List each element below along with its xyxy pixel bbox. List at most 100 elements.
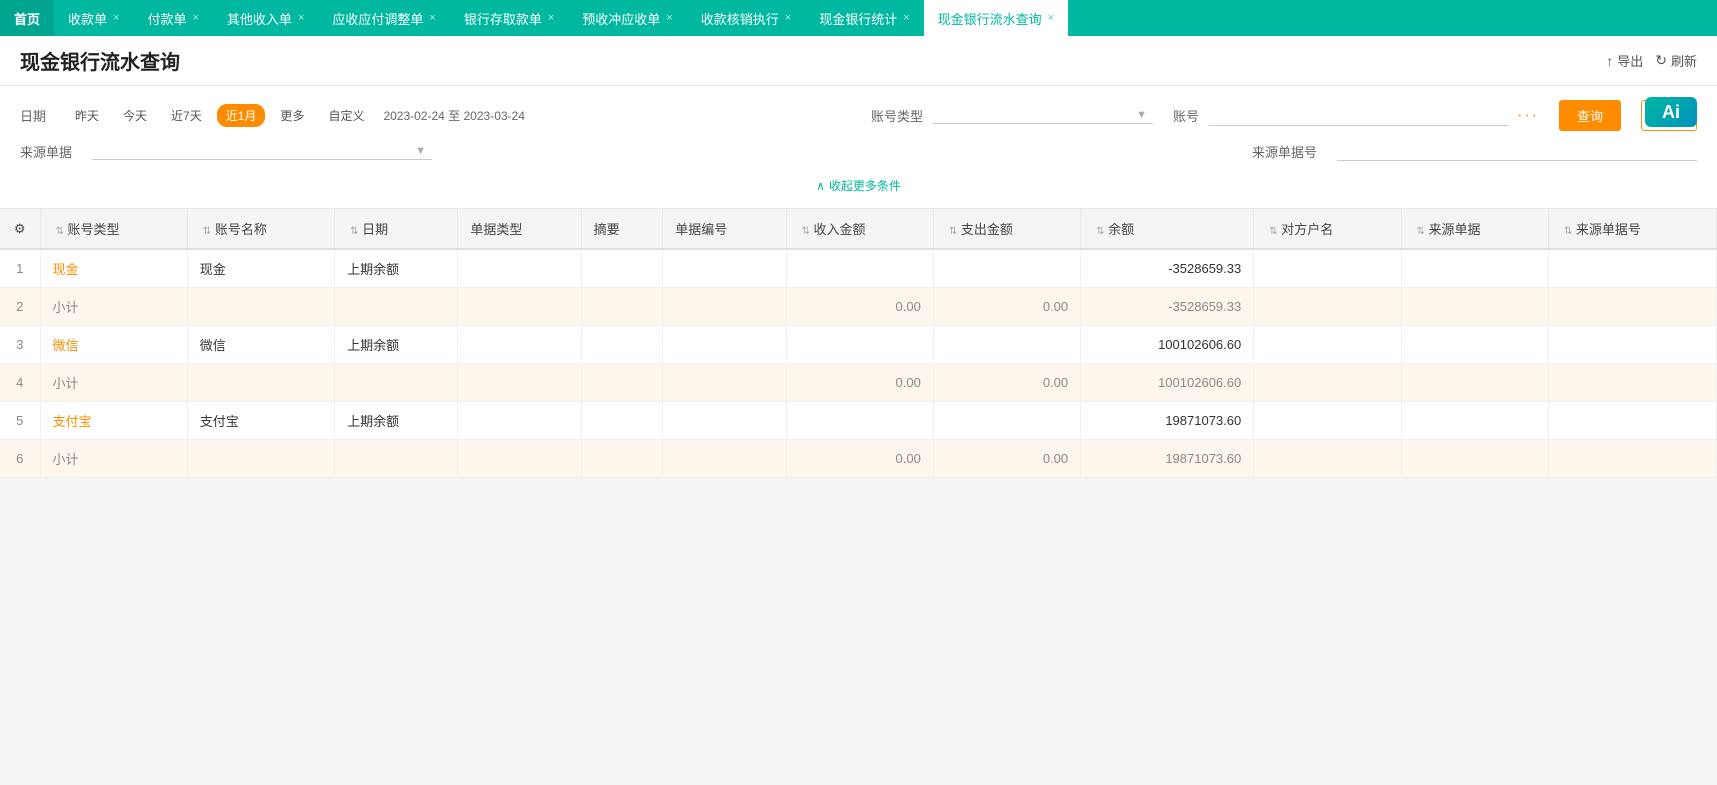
cell-source-doc-no xyxy=(1548,402,1716,440)
last7days-btn[interactable]: 近7天 xyxy=(162,104,211,127)
th-source-doc[interactable]: ⇅ 来源单据 xyxy=(1401,209,1548,249)
close-icon[interactable]: × xyxy=(192,12,198,24)
cell-balance: -3528659.33 xyxy=(1081,249,1254,288)
sort-icon: ⇅ xyxy=(802,226,810,237)
cell-doc-type xyxy=(458,288,581,326)
th-doc-no: 单据编号 xyxy=(663,209,786,249)
source-doc-no-input[interactable] xyxy=(1337,141,1697,161)
th-doc-type: 单据类型 xyxy=(458,209,581,249)
th-gear[interactable]: ⚙ xyxy=(0,209,40,249)
close-icon[interactable]: × xyxy=(548,12,554,24)
cell-account-type: 支付宝 xyxy=(40,402,187,440)
ai-badge[interactable]: Ai xyxy=(1645,97,1697,127)
th-income[interactable]: ⇅ 收入金额 xyxy=(786,209,933,249)
account-type-label: 账号类型 xyxy=(871,106,923,125)
collapse-bar[interactable]: ∧ 收起更多条件 xyxy=(20,171,1697,198)
source-doc-no-label: 来源单据号 xyxy=(1252,142,1317,161)
table-container: ⚙ ⇅ 账号类型 ⇅ 账号名称 ⇅ 日期 单据类型 摘要 xyxy=(0,209,1717,478)
sort-icon: ⇅ xyxy=(1096,226,1104,237)
chevron-down-icon: ▼ xyxy=(1136,109,1147,121)
account-input[interactable] xyxy=(1209,106,1509,126)
th-balance[interactable]: ⇅ 余额 xyxy=(1081,209,1254,249)
nav-tab-liushui[interactable]: 现金银行流水查询 × xyxy=(924,0,1068,36)
account-type-select[interactable]: ▼ xyxy=(933,107,1153,124)
cell-account-name: 现金 xyxy=(187,249,334,288)
custom-btn[interactable]: 自定义 xyxy=(319,104,373,127)
th-expense[interactable]: ⇅ 支出金额 xyxy=(933,209,1080,249)
main-table: ⚙ ⇅ 账号类型 ⇅ 账号名称 ⇅ 日期 单据类型 摘要 xyxy=(0,209,1717,478)
refresh-button[interactable]: ↻ 刷新 xyxy=(1655,51,1697,70)
nav-tab-fukuandan[interactable]: 付款单 × xyxy=(133,0,212,36)
query-button[interactable]: 查询 xyxy=(1559,100,1621,131)
th-account-name[interactable]: ⇅ 账号名称 xyxy=(187,209,334,249)
close-icon[interactable]: × xyxy=(429,12,435,24)
cell-summary xyxy=(581,402,663,440)
cell-doc-no xyxy=(663,402,786,440)
cell-doc-type xyxy=(458,440,581,478)
close-icon[interactable]: × xyxy=(785,12,791,24)
page-title: 现金银行流水查询 xyxy=(20,46,180,75)
date-options: 昨天 今天 近7天 近1月 更多 自定义 2023-02-24 至 2023-0… xyxy=(66,104,525,127)
date-label: 日期 xyxy=(20,106,46,125)
yesterday-btn[interactable]: 昨天 xyxy=(66,104,108,127)
th-source-doc-no[interactable]: ⇅ 来源单据号 xyxy=(1548,209,1716,249)
nav-tab-qitashouru[interactable]: 其他收入单 × xyxy=(213,0,318,36)
header-actions: ↑ 导出 ↻ 刷新 xyxy=(1606,51,1697,70)
cell-summary xyxy=(581,326,663,364)
nav-tab-yinhangcunqu[interactable]: 银行存取款单 × xyxy=(450,0,568,36)
cell-account-type: 现金 xyxy=(40,249,187,288)
dots-button[interactable]: ··· xyxy=(1517,107,1539,125)
nav-tab-yingshoutiaozheng[interactable]: 应收应付调整单 × xyxy=(318,0,449,36)
cell-date xyxy=(335,440,458,478)
cell-summary xyxy=(581,364,663,402)
cell-counterpart xyxy=(1254,326,1401,364)
cell-summary xyxy=(581,288,663,326)
cell-expense xyxy=(933,326,1080,364)
row-num: 5 xyxy=(0,402,40,440)
cell-income: 0.00 xyxy=(786,364,933,402)
cell-account-name: 微信 xyxy=(187,326,334,364)
date-range-display: 2023-02-24 至 2023-03-24 xyxy=(383,107,524,124)
cell-date xyxy=(335,288,458,326)
th-counterpart[interactable]: ⇅ 对方户名 xyxy=(1254,209,1401,249)
cell-expense xyxy=(933,249,1080,288)
table-row: 3 微信 微信 上期余额 100102606.60 xyxy=(0,326,1717,364)
export-button[interactable]: ↑ 导出 xyxy=(1606,51,1643,70)
cell-date: 上期余额 xyxy=(335,402,458,440)
nav-home[interactable]: 首页 xyxy=(0,0,54,36)
close-icon[interactable]: × xyxy=(113,12,119,24)
row-num: 3 xyxy=(0,326,40,364)
cell-account-type: 微信 xyxy=(40,326,187,364)
nav-tab-shoukuandan[interactable]: 收款单 × xyxy=(54,0,133,36)
account-no-area: ··· xyxy=(1209,106,1539,126)
close-icon[interactable]: × xyxy=(666,12,672,24)
cell-balance: 100102606.60 xyxy=(1081,364,1254,402)
collapse-label: 收起更多条件 xyxy=(829,177,901,194)
close-icon[interactable]: × xyxy=(298,12,304,24)
cell-balance: 100102606.60 xyxy=(1081,326,1254,364)
th-account-type[interactable]: ⇅ 账号类型 xyxy=(40,209,187,249)
cell-doc-type xyxy=(458,249,581,288)
sort-icon: ⇅ xyxy=(56,226,64,237)
row-num: 6 xyxy=(0,440,40,478)
nav-tab-shoukuanxiaoxiao[interactable]: 收款核销执行 × xyxy=(687,0,805,36)
source-doc-select[interactable]: ▼ xyxy=(92,143,432,160)
th-date[interactable]: ⇅ 日期 xyxy=(335,209,458,249)
cell-source-doc-no xyxy=(1548,249,1716,288)
filter-row-1: 日期 昨天 今天 近7天 近1月 更多 自定义 2023-02-24 至 202… xyxy=(20,100,1697,131)
source-doc-label: 来源单据 xyxy=(20,142,72,161)
close-icon[interactable]: × xyxy=(1048,12,1054,24)
cell-doc-type xyxy=(458,364,581,402)
cell-expense: 0.00 xyxy=(933,364,1080,402)
nav-tab-xianjintongji[interactable]: 现金银行统计 × xyxy=(805,0,923,36)
close-icon[interactable]: × xyxy=(903,12,909,24)
today-btn[interactable]: 今天 xyxy=(114,104,156,127)
cell-income: 0.00 xyxy=(786,440,933,478)
nav-tab-yushou[interactable]: 预收冲应收单 × xyxy=(568,0,686,36)
last1month-btn[interactable]: 近1月 xyxy=(217,104,266,127)
sort-icon: ⇅ xyxy=(203,226,211,237)
table-row: 6 小计 0.00 0.00 19871073.60 xyxy=(0,440,1717,478)
chevron-down-icon: ▼ xyxy=(415,145,426,157)
cell-date: 上期余额 xyxy=(335,249,458,288)
more-btn[interactable]: 更多 xyxy=(271,104,313,127)
